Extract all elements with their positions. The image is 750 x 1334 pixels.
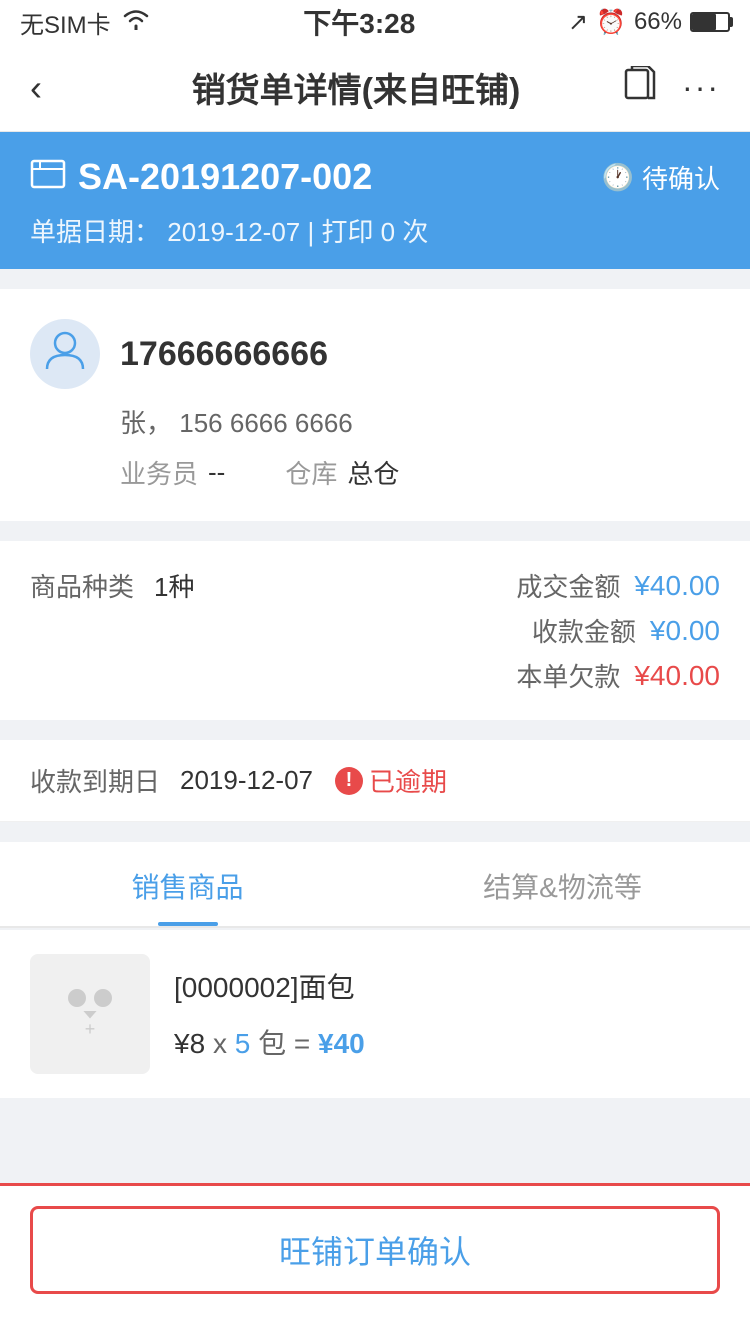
due-date-card: 收款到期日 2019-12-07 ! 已逾期 [0,740,750,822]
status-left: 无SIM卡 [20,5,151,40]
user-icon [43,327,87,381]
sales-rep-item: 业务员 -- [120,454,225,491]
avatar [30,319,100,389]
owl-eyes [68,989,112,1007]
product-info: [0000002]面包 ¥8 x 5 包 = ¥40 [174,966,720,1062]
nav-bar: ‹ 销货单详情(来自旺铺) ··· [0,44,750,132]
order-id-icon [30,156,66,198]
customer-row: 17666666666 [30,319,720,389]
battery-icon [690,12,730,32]
back-button[interactable]: ‹ [30,67,90,109]
tabs-bar: 销售商品 结算&物流等 [0,842,750,928]
overdue-badge: ! 已逾期 [335,762,447,799]
product-price-row: ¥8 x 5 包 = ¥40 [174,1022,720,1062]
carrier-text: 无SIM卡 [20,5,111,40]
status-time: 下午3:28 [303,2,415,42]
bottom-bar: 旺铺订单确认 [0,1183,750,1334]
debt-line: 本单欠款 ¥40.00 [516,657,720,694]
product-thumbnail: + [30,954,150,1074]
order-stats-card: 商品种类 1种 成交金额 ¥40.00 收款金额 ¥0.00 本单欠款 ¥40.… [0,541,750,720]
battery-percent: 66% [634,8,682,36]
warehouse-item: 仓库 总仓 [285,454,399,491]
tab-settlement[interactable]: 结算&物流等 [375,842,750,926]
product-card: + [0000002]面包 ¥8 x 5 包 = ¥40 [0,930,750,1098]
order-id-row: SA-20191207-002 🕐 待确认 [30,156,720,198]
overdue-icon: ! [335,767,363,795]
tab-sales[interactable]: 销售商品 [0,842,375,926]
order-header-card: SA-20191207-002 🕐 待确认 单据日期： 2019-12-07 |… [0,132,750,269]
owl-plus: + [85,1019,96,1040]
payment-line: 收款金额 ¥0.00 [532,612,720,649]
status-bar: 无SIM卡 下午3:28 ↗ ⏰ 66% [0,0,750,44]
status-right: ↗ ⏰ 66% [568,8,730,37]
more-button[interactable]: ··· [682,69,720,106]
alarm-icon: ⏰ [596,8,626,37]
nav-actions: ··· [622,66,720,110]
confirm-order-button[interactable]: 旺铺订单确认 [30,1206,720,1294]
order-date: 单据日期： 2019-12-07 | 打印 0 次 [30,212,720,249]
order-id: SA-20191207-002 [30,156,372,198]
status-clock-icon: 🕐 [602,162,634,193]
stats-right: 成交金额 ¥40.00 收款金额 ¥0.00 本单欠款 ¥40.00 [516,567,720,694]
order-status: 🕐 待确认 [602,159,720,196]
customer-info-card: 17666666666 张， 156 6666 6666 业务员 -- 仓库 总… [0,289,750,521]
page-title: 销货单详情(来自旺铺) [90,63,622,112]
product-name: [0000002]面包 [174,966,720,1006]
owl-eye-right [94,989,112,1007]
amount-line: 成交金额 ¥40.00 [516,567,720,604]
owl-beak [83,1011,97,1019]
wifi-icon [121,8,151,37]
share-button[interactable] [622,66,658,110]
customer-detail: 张， 156 6666 6666 [30,403,720,440]
owl-eye-left [68,989,86,1007]
location-icon: ↗ [568,8,588,37]
customer-meta: 业务员 -- 仓库 总仓 [30,454,720,491]
stats-left: 商品种类 1种 [30,567,516,604]
customer-phone: 17666666666 [120,335,328,374]
product-logo: + [68,989,112,1040]
